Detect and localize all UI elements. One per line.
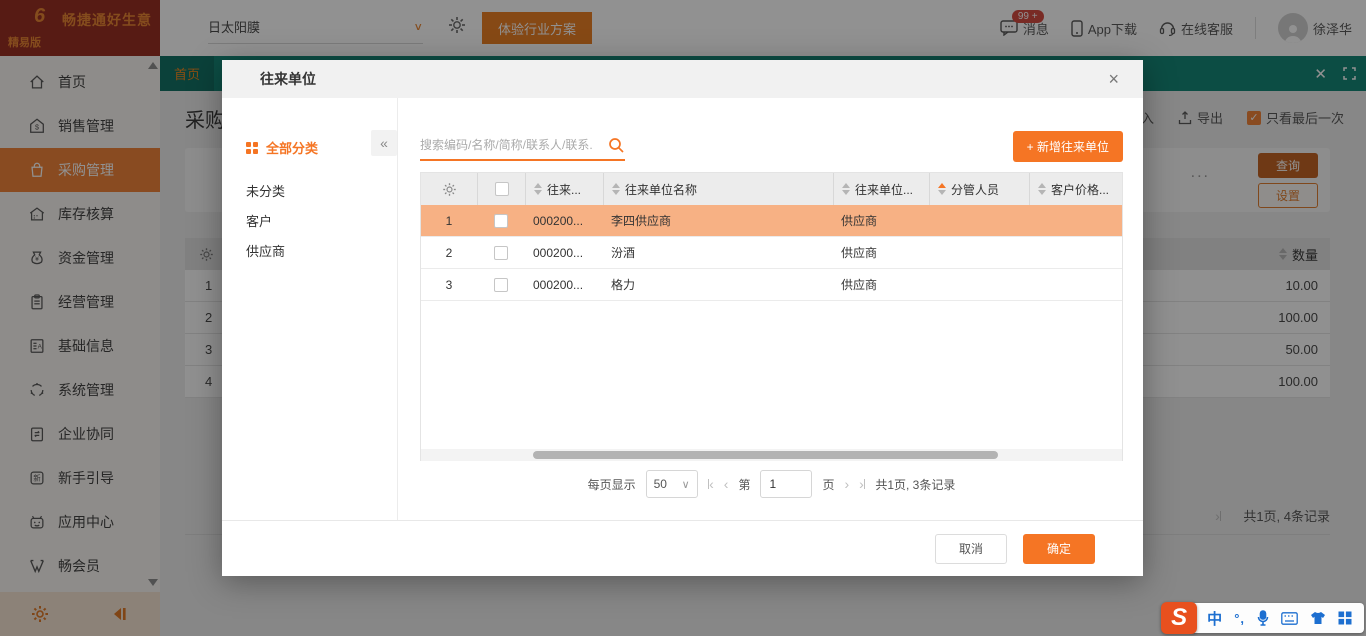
keyboard-icon[interactable] (1281, 611, 1298, 625)
column-label: 分管人员 (951, 182, 1000, 197)
modal-pagination: 每页显示 50 ∨ ‹ ‹ 第 页 › › 共1页, 3条记录 (420, 461, 1123, 507)
category-item-uncategorized[interactable]: 未分类 (246, 175, 397, 205)
partner-modal: 往来单位 × 全部分类 « 未分类 客户 供应商 搜索编码/名称/简称/联系人/… (222, 60, 1143, 576)
collapse-panel-button[interactable]: « (371, 130, 397, 156)
modal-body: 全部分类 « 未分类 客户 供应商 + 新增往来单 (222, 98, 1143, 520)
modal-header: 往来单位 × (222, 60, 1143, 98)
table-empty-space (421, 301, 1122, 449)
partner-code: 000200... (533, 277, 584, 292)
page-number-input[interactable] (760, 470, 813, 498)
partner-type: 供应商 (841, 214, 878, 228)
partner-name: 李四供应商 (611, 214, 672, 228)
row-index: 3 (445, 277, 453, 292)
sort-icon[interactable] (612, 183, 620, 195)
partner-owner (929, 269, 1029, 300)
modal-main: + 新增往来单位 往来... (398, 98, 1143, 520)
column-header-owner[interactable]: 分管人员 (929, 173, 1029, 205)
partner-type: 供应商 (841, 278, 878, 292)
close-icon[interactable]: × (1108, 70, 1119, 88)
row-checkbox[interactable] (494, 245, 508, 260)
select-all-cell (477, 173, 525, 205)
ime-punctuation-button[interactable]: °, (1234, 611, 1245, 626)
search-box (420, 131, 625, 161)
category-item-supplier[interactable]: 供应商 (246, 235, 397, 265)
column-label: 往来单位名称 (625, 182, 698, 197)
toolbox-grid-icon[interactable] (1338, 611, 1352, 625)
column-label: 客户价格... (1051, 182, 1110, 197)
column-header-code[interactable]: 往来... (525, 173, 603, 205)
record-count: 共1页, 3条记录 (875, 477, 956, 492)
chevron-down-icon: ∨ (681, 478, 690, 491)
prev-page-icon[interactable]: ‹ (724, 476, 729, 492)
partner-code: 000200... (533, 213, 584, 228)
partner-name: 格力 (611, 278, 636, 292)
sogou-logo-icon[interactable]: S (1161, 602, 1198, 634)
page-suffix-label: 页 (822, 477, 835, 492)
search-row: + 新增往来单位 (420, 130, 1123, 162)
row-index: 1 (445, 213, 453, 228)
sort-icon-ascending[interactable] (938, 183, 946, 195)
partner-price (1029, 237, 1122, 268)
page-prefix-label: 第 (738, 477, 751, 492)
skin-shirt-icon[interactable] (1310, 611, 1326, 625)
partner-row[interactable]: 3 000200... 格力 供应商 (421, 269, 1122, 301)
partner-row-selected[interactable]: 1 000200... 李四供应商 供应商 (421, 205, 1122, 237)
partner-price (1029, 269, 1122, 300)
partner-name: 汾酒 (611, 246, 636, 260)
modal-footer: 取消 确定 (222, 520, 1143, 576)
partner-price (1029, 205, 1122, 236)
ime-toolbar-pill: 中 °, (1191, 603, 1364, 633)
search-input[interactable] (420, 138, 608, 152)
partner-type: 供应商 (841, 246, 878, 260)
cancel-button[interactable]: 取消 (935, 533, 1007, 564)
column-header-name[interactable]: 往来单位名称 (603, 173, 833, 205)
scrollbar-thumb[interactable] (533, 451, 998, 459)
last-page-icon[interactable]: › (859, 476, 866, 492)
per-page-label: 每页显示 (587, 477, 636, 492)
column-label: 往来单位... (855, 182, 914, 197)
next-page-icon[interactable]: › (845, 476, 850, 492)
category-item-customer[interactable]: 客户 (246, 205, 397, 235)
column-settings-gear-icon[interactable] (421, 173, 477, 205)
column-label: 往来... (547, 182, 582, 197)
page-size-value: 50 (653, 477, 667, 491)
ime-mode-button[interactable]: 中 (1207, 608, 1222, 629)
partner-owner (929, 205, 1029, 236)
select-all-checkbox[interactable] (494, 182, 509, 196)
page-size-select[interactable]: 50 ∨ (645, 470, 698, 498)
add-partner-button[interactable]: + 新增往来单位 (1012, 130, 1123, 162)
category-panel: 全部分类 « 未分类 客户 供应商 (222, 98, 398, 520)
partner-code: 000200... (533, 245, 584, 260)
modal-title: 往来单位 (260, 71, 316, 87)
microphone-icon[interactable] (1257, 610, 1269, 626)
grid-icon (246, 141, 258, 154)
column-header-price[interactable]: 客户价格... (1029, 173, 1122, 205)
first-page-icon[interactable]: ‹ (707, 476, 714, 492)
partner-table: 往来... 往来单位名称 往来单位... 分管人员 客户价格... 1 0002… (420, 172, 1123, 461)
search-icon[interactable] (608, 137, 625, 154)
sort-icon[interactable] (1038, 183, 1046, 195)
partner-row[interactable]: 2 000200... 汾酒 供应商 (421, 237, 1122, 269)
row-index: 2 (445, 245, 453, 260)
sort-icon[interactable] (534, 183, 542, 195)
all-categories-label: 全部分类 (266, 141, 319, 156)
row-checkbox[interactable] (494, 277, 508, 292)
ime-toolbar: S 中 °, (1161, 602, 1364, 634)
partner-owner (929, 237, 1029, 268)
category-list: 未分类 客户 供应商 (246, 175, 397, 265)
sort-icon[interactable] (842, 183, 850, 195)
partner-table-header: 往来... 往来单位名称 往来单位... 分管人员 客户价格... (421, 173, 1122, 205)
column-header-type[interactable]: 往来单位... (833, 173, 929, 205)
app-window: 6 畅捷通好生意 精易版 日太阳膜 ∨ 体验行业方案 消息 99 + App下载… (0, 0, 1366, 636)
horizontal-scrollbar[interactable] (421, 449, 1122, 461)
confirm-button[interactable]: 确定 (1023, 533, 1095, 564)
row-checkbox[interactable] (494, 213, 508, 228)
